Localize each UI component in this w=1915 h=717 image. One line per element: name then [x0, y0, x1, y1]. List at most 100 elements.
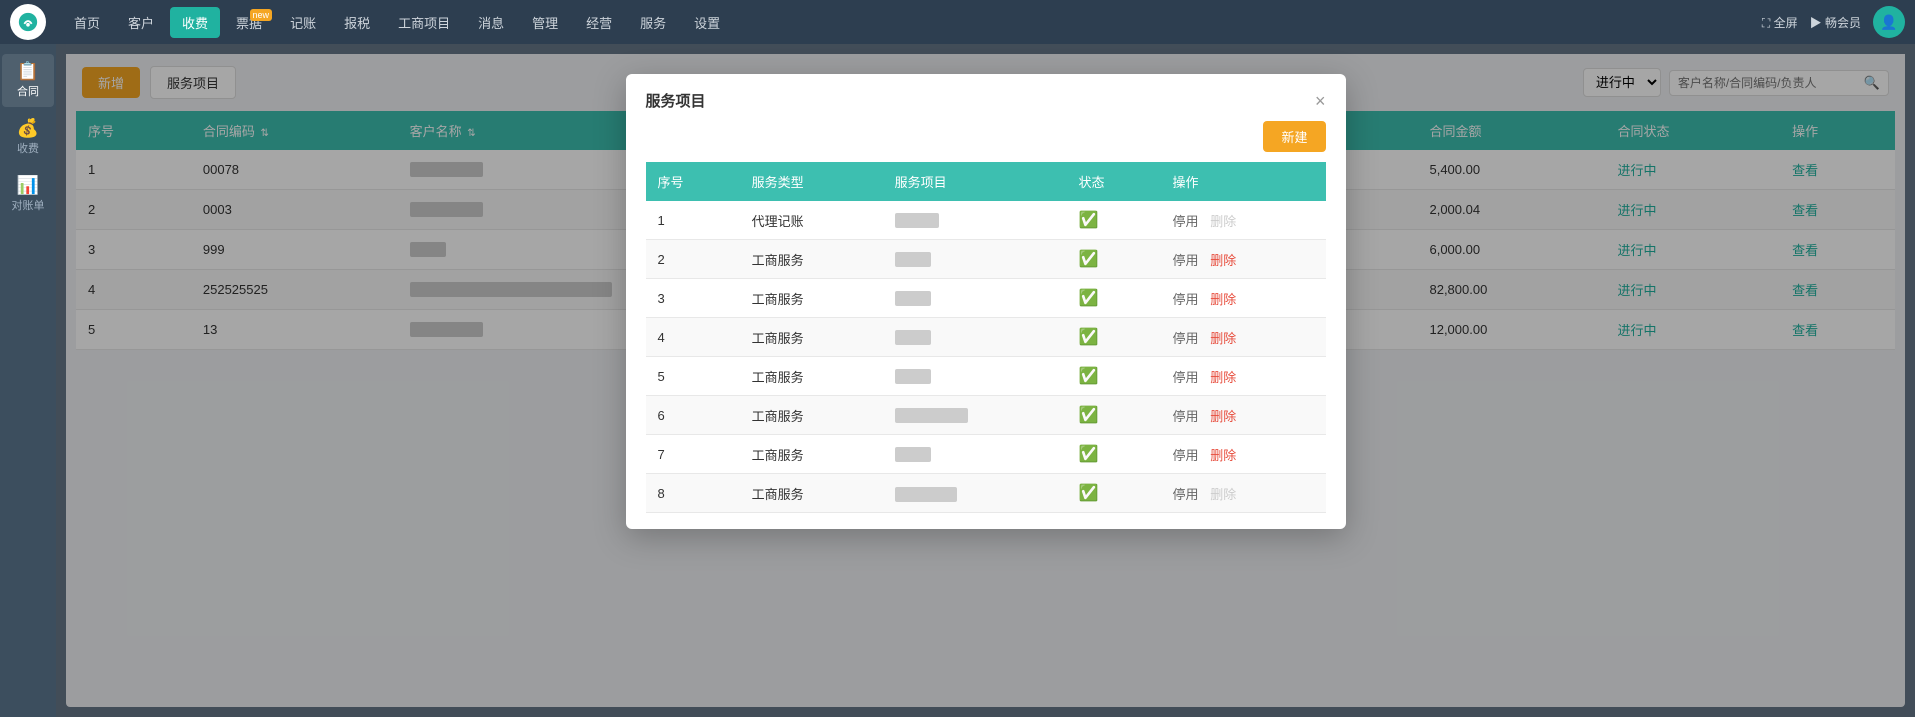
modal-col-status: 状态	[1066, 162, 1160, 201]
modal-cell-status: ✅	[1066, 435, 1160, 474]
nav-fee[interactable]: 收费	[170, 7, 220, 38]
modal-cell-status: ✅	[1066, 396, 1160, 435]
modal-cell-type: 代理记账	[740, 201, 883, 240]
modal-cell-type: 工商服务	[740, 396, 883, 435]
modal-close-button[interactable]: ×	[1315, 92, 1326, 110]
nav-right: ⛶ 全屏 ▶ 畅会员 👤	[1762, 6, 1905, 38]
status-check-icon: ✅	[1078, 407, 1098, 424]
fee-icon: 💰	[17, 119, 39, 137]
contract-icon: 📋	[17, 62, 39, 80]
status-check-icon: ✅	[1078, 485, 1098, 502]
fullscreen-btn[interactable]: ⛶ 全屏	[1762, 14, 1798, 31]
nav-invoice[interactable]: 票据 new	[224, 7, 274, 38]
modal-cell-type: 工商服务	[740, 435, 883, 474]
stop-button[interactable]: 停用	[1173, 214, 1199, 229]
modal-cell-item: ████	[883, 435, 1067, 474]
nav-tax[interactable]: 报税	[332, 7, 382, 38]
stop-button[interactable]: 停用	[1173, 253, 1199, 268]
nav-business[interactable]: 工商项目	[386, 7, 462, 38]
modal-cell-action: 停用 删除	[1161, 357, 1326, 396]
sidebar-label-statement: 对账单	[12, 197, 45, 213]
modal-body[interactable]: 序号 服务类型 服务项目 状态 操作 1 代理记账 ████1 ✅ 停用	[626, 162, 1346, 529]
delete-button: 删除	[1210, 214, 1236, 229]
modal-table-row: 2 工商服务 ████ ✅ 停用 删除	[646, 240, 1326, 279]
modal-title: 服务项目	[646, 90, 706, 111]
delete-button[interactable]: 删除	[1210, 448, 1236, 463]
modal-cell-item: ████	[883, 318, 1067, 357]
modal-overlay: 服务项目 × 新建 序号 服务类型 服务项目 状态	[56, 44, 1915, 717]
delete-button[interactable]: 删除	[1210, 331, 1236, 346]
modal-new-button[interactable]: 新建	[1263, 121, 1325, 152]
modal-table-row: 8 工商服务 ████注册 ✅ 停用 删除	[646, 474, 1326, 513]
modal-table-row: 3 工商服务 ████ ✅ 停用 删除	[646, 279, 1326, 318]
modal-cell-type: 工商服务	[740, 279, 883, 318]
delete-button[interactable]: 删除	[1210, 409, 1236, 424]
modal-cell-type: 工商服务	[740, 474, 883, 513]
modal-table-row: 6 工商服务 ████████ ✅ 停用 删除	[646, 396, 1326, 435]
stop-button[interactable]: 停用	[1173, 448, 1199, 463]
stop-button[interactable]: 停用	[1173, 370, 1199, 385]
modal-cell-action: 停用 删除	[1161, 474, 1326, 513]
modal-cell-action: 停用 删除	[1161, 396, 1326, 435]
modal-cell-item: ████注册	[883, 474, 1067, 513]
sidebar-label-contract: 合同	[17, 83, 39, 99]
stop-button[interactable]: 停用	[1173, 331, 1199, 346]
delete-button[interactable]: 删除	[1210, 292, 1236, 307]
status-check-icon: ✅	[1078, 290, 1098, 307]
modal-cell-status: ✅	[1066, 474, 1160, 513]
sidebar-label-fee: 收费	[17, 140, 39, 156]
nav-home[interactable]: 首页	[62, 7, 112, 38]
top-navbar: 首页 客户 收费 票据 new 记账 报税 工商项目 消息 管理 经营 服务 设…	[0, 0, 1915, 44]
modal-cell-status: ✅	[1066, 279, 1160, 318]
user-avatar[interactable]: 👤	[1873, 6, 1905, 38]
status-check-icon: ✅	[1078, 212, 1098, 229]
modal-cell-item: ████	[883, 357, 1067, 396]
modal-cell-item: ████	[883, 240, 1067, 279]
modal-cell-type: 工商服务	[740, 357, 883, 396]
nav-service[interactable]: 服务	[628, 7, 678, 38]
modal-table: 序号 服务类型 服务项目 状态 操作 1 代理记账 ████1 ✅ 停用	[646, 162, 1326, 513]
modal-cell-index: 2	[646, 240, 740, 279]
modal-table-row: 1 代理记账 ████1 ✅ 停用 删除	[646, 201, 1326, 240]
modal-col-type: 服务类型	[740, 162, 883, 201]
status-check-icon: ✅	[1078, 251, 1098, 268]
modal-table-row: 5 工商服务 ████ ✅ 停用 删除	[646, 357, 1326, 396]
modal-cell-action: 停用 删除	[1161, 318, 1326, 357]
nav-message[interactable]: 消息	[466, 7, 516, 38]
app-logo[interactable]	[10, 4, 46, 40]
sidebar-item-statement[interactable]: 📊 对账单	[2, 168, 54, 221]
modal-cell-status: ✅	[1066, 357, 1160, 396]
modal-cell-type: 工商服务	[740, 318, 883, 357]
stop-button[interactable]: 停用	[1173, 409, 1199, 424]
modal-cell-item: ████1	[883, 201, 1067, 240]
nav-manage[interactable]: 管理	[520, 7, 570, 38]
stop-button[interactable]: 停用	[1173, 487, 1199, 502]
modal-cell-action: 停用 删除	[1161, 240, 1326, 279]
sidebar-item-contract[interactable]: 📋 合同	[2, 54, 54, 107]
modal-col-item: 服务项目	[883, 162, 1067, 201]
modal-cell-index: 1	[646, 201, 740, 240]
status-check-icon: ✅	[1078, 329, 1098, 346]
nav-settings[interactable]: 设置	[682, 7, 732, 38]
delete-button[interactable]: 删除	[1210, 370, 1236, 385]
modal-cell-item: ████	[883, 279, 1067, 318]
nav-bookkeeping[interactable]: 记账	[278, 7, 328, 38]
status-check-icon: ✅	[1078, 446, 1098, 463]
status-check-icon: ✅	[1078, 368, 1098, 385]
modal-cell-index: 8	[646, 474, 740, 513]
statement-icon: 📊	[17, 176, 39, 194]
modal-cell-action: 停用 删除	[1161, 201, 1326, 240]
modal-cell-status: ✅	[1066, 318, 1160, 357]
sidebar-item-fee[interactable]: 💰 收费	[2, 111, 54, 164]
nav-operation[interactable]: 经营	[574, 7, 624, 38]
stop-button[interactable]: 停用	[1173, 292, 1199, 307]
modal-cell-action: 停用 删除	[1161, 279, 1326, 318]
delete-button: 删除	[1210, 487, 1236, 502]
modal-header: 服务项目 ×	[626, 74, 1346, 111]
modal-cell-item: ████████	[883, 396, 1067, 435]
vip-btn[interactable]: ▶ 畅会员	[1810, 14, 1861, 31]
modal-col-index: 序号	[646, 162, 740, 201]
nav-customer[interactable]: 客户	[116, 7, 166, 38]
delete-button[interactable]: 删除	[1210, 253, 1236, 268]
modal-cell-status: ✅	[1066, 240, 1160, 279]
